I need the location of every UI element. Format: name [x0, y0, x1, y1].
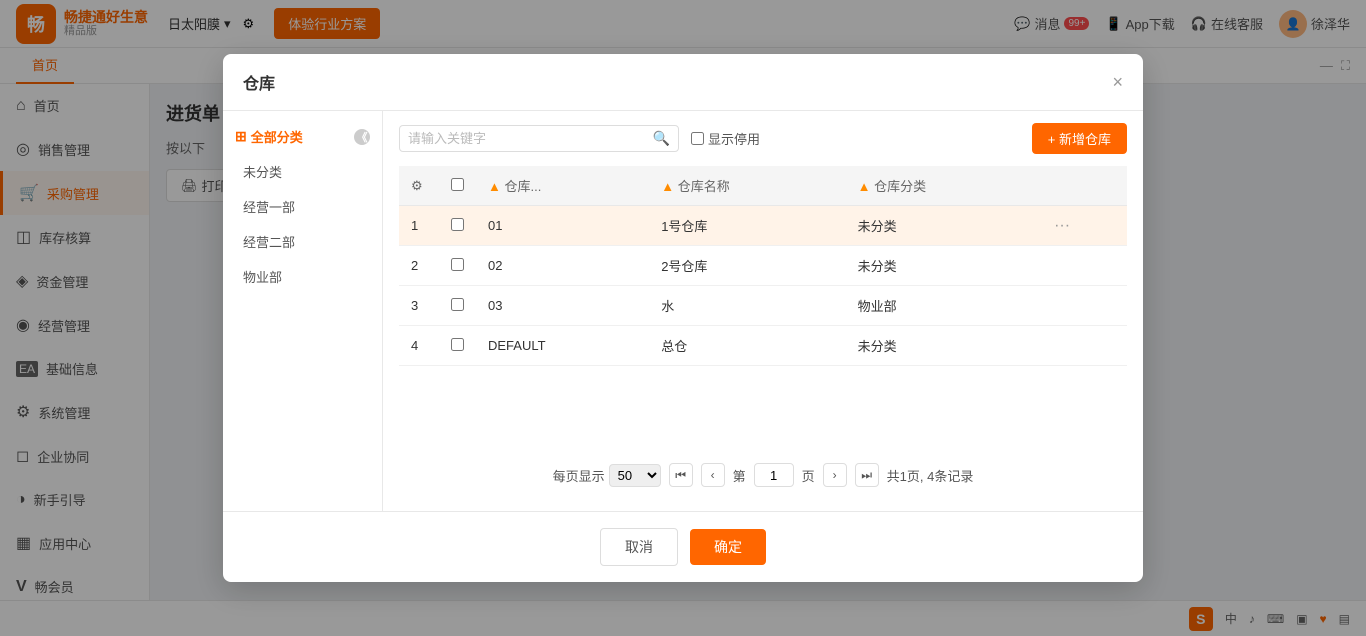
code-col-label: 仓库...: [505, 179, 542, 194]
row2-code: 02: [476, 246, 649, 286]
next-page-btn[interactable]: ›: [823, 463, 847, 487]
pagination: 每页显示 10 20 50 100 ⏮ ‹ 第 页 › ⏭: [399, 451, 1127, 499]
settings-header-icon[interactable]: ⚙: [411, 178, 423, 193]
row2-category: 未分类: [846, 246, 1042, 286]
row3-category: 物业部: [846, 286, 1042, 326]
table-body: 1 01 1号仓库 未分类 ··· 2: [399, 206, 1127, 366]
row4-checkbox-cell: [439, 326, 476, 366]
row3-name: 水: [649, 286, 845, 326]
row1-checkbox[interactable]: [451, 218, 464, 231]
category-item-ops1[interactable]: 经营一部: [223, 189, 382, 224]
modal-footer: 取消 确定: [223, 511, 1143, 582]
row4-name: 总仓: [649, 326, 845, 366]
col-actions-header: [1042, 166, 1127, 206]
row2-checkbox-cell: [439, 246, 476, 286]
grid-icon: ⊞: [235, 128, 247, 145]
name-col-label: 仓库名称: [678, 179, 730, 194]
modal-close-btn[interactable]: ×: [1112, 73, 1123, 91]
col-settings-header: ⚙: [399, 166, 439, 206]
add-warehouse-btn[interactable]: + 新增仓库: [1032, 123, 1127, 154]
search-icon[interactable]: 🔍: [653, 130, 670, 147]
row1-actions: ···: [1042, 206, 1127, 246]
col-name-header[interactable]: ▲ 仓库名称: [649, 166, 845, 206]
row4-actions: [1042, 326, 1127, 366]
warehouse-table: ⚙ ▲ 仓库... ▲: [399, 166, 1127, 366]
table-head: ⚙ ▲ 仓库... ▲: [399, 166, 1127, 206]
col-checkbox-header: [439, 166, 476, 206]
cancel-btn[interactable]: 取消: [600, 528, 678, 566]
search-input[interactable]: [408, 131, 653, 146]
modal-header: 仓库 ×: [223, 54, 1143, 111]
row1-index: 1: [399, 206, 439, 246]
row4-category: 未分类: [846, 326, 1042, 366]
table-row: 4 DEFAULT 总仓 未分类: [399, 326, 1127, 366]
sort-icon2: ▲: [661, 179, 674, 194]
row1-checkbox-cell: [439, 206, 476, 246]
per-page-label: 每页显示: [553, 466, 605, 485]
page-label-suffix: 页: [802, 466, 815, 485]
table-row: 2 02 2号仓库 未分类: [399, 246, 1127, 286]
modal-body: ⊞ 全部分类 《 未分类 经营一部 经营二部 物业部: [223, 111, 1143, 511]
search-box: 🔍: [399, 125, 679, 152]
select-all-checkbox[interactable]: [451, 178, 464, 191]
page-size-selector: 每页显示 10 20 50 100: [553, 464, 661, 487]
per-page-select[interactable]: 10 20 50 100: [609, 464, 661, 487]
table-header-row: ⚙ ▲ 仓库... ▲: [399, 166, 1127, 206]
row2-checkbox[interactable]: [451, 258, 464, 271]
category-item-property[interactable]: 物业部: [223, 259, 382, 294]
show-disabled-checkbox[interactable]: [691, 132, 704, 145]
prev-page-btn[interactable]: ‹: [701, 463, 725, 487]
row1-more-btn[interactable]: ···: [1054, 217, 1070, 234]
table-row: 1 01 1号仓库 未分类 ···: [399, 206, 1127, 246]
show-disabled-label: 显示停用: [708, 129, 760, 148]
row3-code: 03: [476, 286, 649, 326]
col-code-header[interactable]: ▲ 仓库...: [476, 166, 649, 206]
table-panel: 🔍 显示停用 + 新增仓库 ⚙: [383, 111, 1143, 511]
row3-index: 3: [399, 286, 439, 326]
confirm-btn[interactable]: 确定: [690, 529, 766, 565]
row1-category: 未分类: [846, 206, 1042, 246]
row4-code: DEFAULT: [476, 326, 649, 366]
sort-icon: ▲: [488, 179, 501, 194]
category-col-label: 仓库分类: [874, 179, 926, 194]
row1-name: 1号仓库: [649, 206, 845, 246]
category-all-label: 全部分类: [251, 127, 303, 146]
category-item-ops2[interactable]: 经营二部: [223, 224, 382, 259]
page-input[interactable]: [754, 463, 794, 487]
row3-checkbox-cell: [439, 286, 476, 326]
col-category-header[interactable]: ▲ 仓库分类: [846, 166, 1042, 206]
category-panel: ⊞ 全部分类 《 未分类 经营一部 经营二部 物业部: [223, 111, 383, 511]
table-toolbar: 🔍 显示停用 + 新增仓库: [399, 123, 1127, 154]
category-all-header[interactable]: ⊞ 全部分类 《: [223, 119, 382, 154]
category-item-unclassified[interactable]: 未分类: [223, 154, 382, 189]
page-label-prefix: 第: [733, 466, 746, 485]
show-disabled-option: 显示停用: [691, 129, 760, 148]
last-page-btn[interactable]: ⏭: [855, 463, 879, 487]
table-row: 3 03 水 物业部: [399, 286, 1127, 326]
modal-overlay: 仓库 × ⊞ 全部分类 《 未分类 经营一部 经营二部 物业部: [0, 0, 1366, 636]
row1-code: 01: [476, 206, 649, 246]
row2-name: 2号仓库: [649, 246, 845, 286]
collapse-btn[interactable]: 《: [354, 129, 370, 145]
warehouse-modal: 仓库 × ⊞ 全部分类 《 未分类 经营一部 经营二部 物业部: [223, 54, 1143, 582]
table-container: ⚙ ▲ 仓库... ▲: [399, 166, 1127, 451]
row4-checkbox[interactable]: [451, 338, 464, 351]
row4-index: 4: [399, 326, 439, 366]
row3-checkbox[interactable]: [451, 298, 464, 311]
sort-icon3: ▲: [858, 179, 871, 194]
first-page-btn[interactable]: ⏮: [669, 463, 693, 487]
total-records: 共1页, 4条记录: [887, 466, 974, 485]
modal-title: 仓库: [243, 70, 275, 94]
row2-actions: [1042, 246, 1127, 286]
row3-actions: [1042, 286, 1127, 326]
row2-index: 2: [399, 246, 439, 286]
